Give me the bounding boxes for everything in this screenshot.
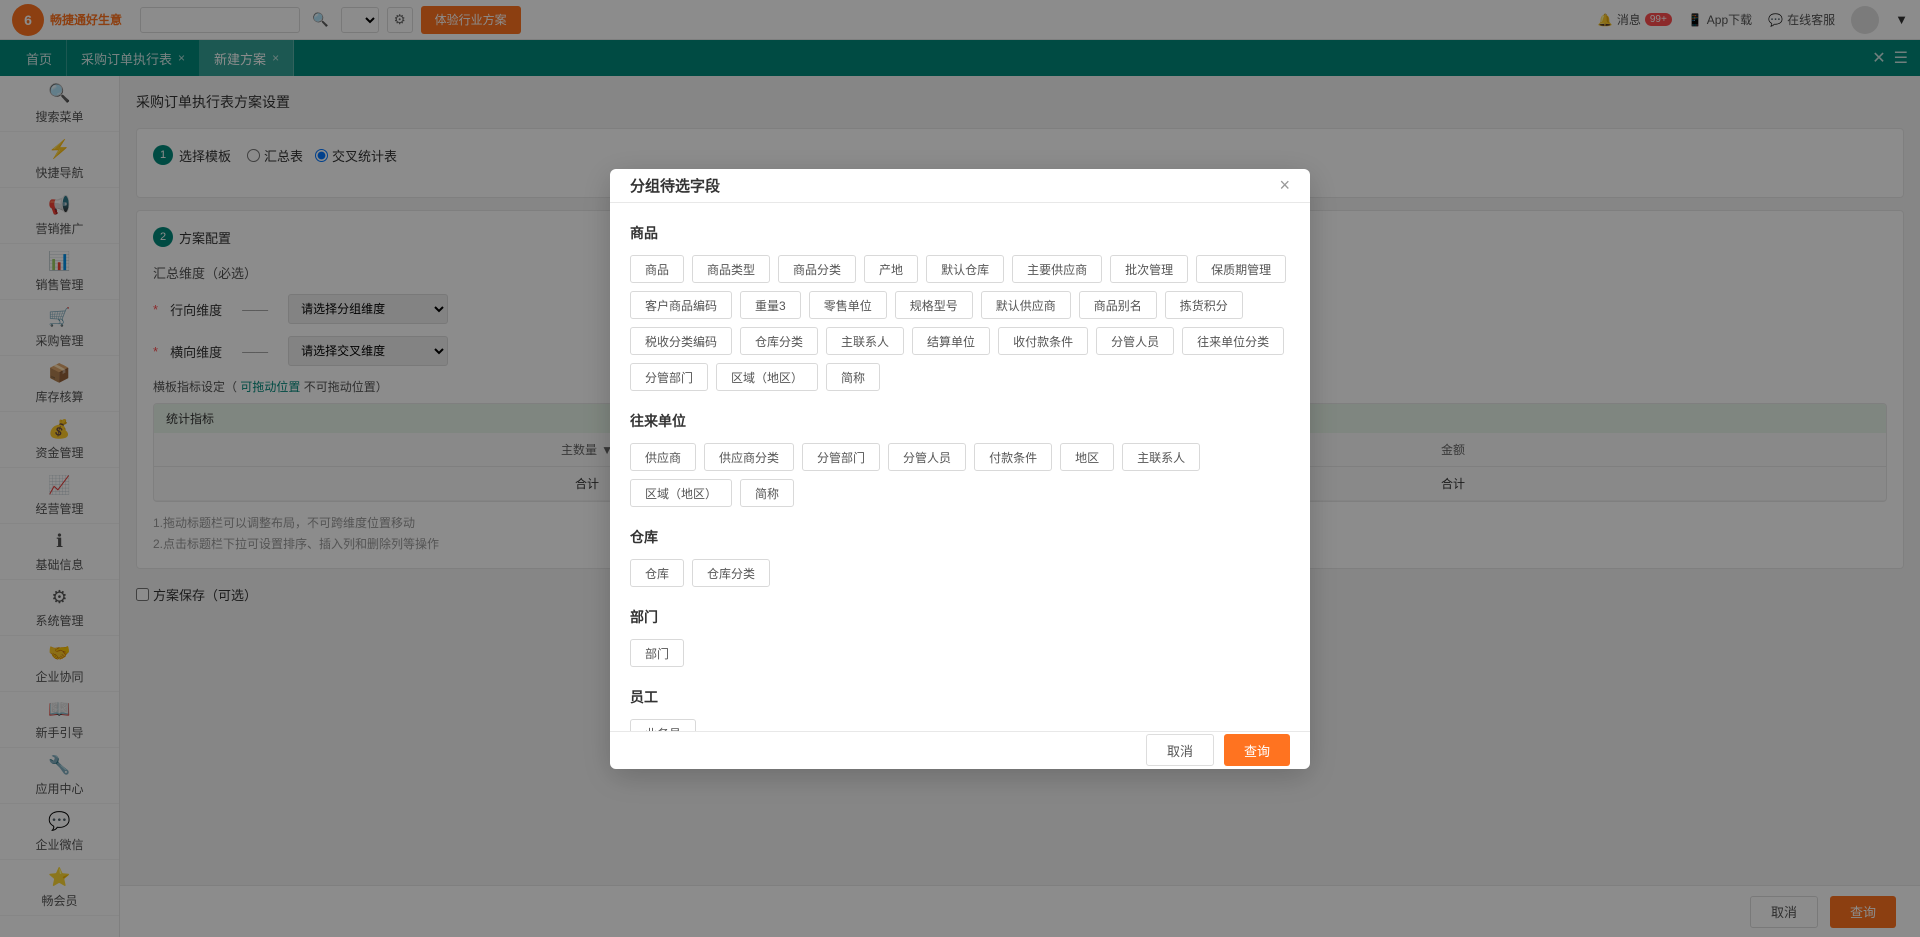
dept-fields: 部门 [630, 639, 1290, 667]
field-group-goods: 商品 商品 商品类型 商品分类 产地 默认仓库 主要供应商 批次管理 保质期管理… [630, 223, 1290, 391]
modal-overlay: 分组待选字段 × 商品 商品 商品类型 商品分类 产地 默认仓库 主要供应商 批… [0, 0, 1920, 937]
field-tag[interactable]: 税收分类编码 [630, 327, 732, 355]
field-tag[interactable]: 批次管理 [1110, 255, 1188, 283]
field-tag[interactable]: 零售单位 [809, 291, 887, 319]
modal-body[interactable]: 商品 商品 商品类型 商品分类 产地 默认仓库 主要供应商 批次管理 保质期管理… [610, 203, 1310, 730]
field-tag[interactable]: 规格型号 [895, 291, 973, 319]
field-tag[interactable]: 简称 [740, 479, 794, 507]
modal-cancel-button[interactable]: 取消 [1146, 734, 1214, 766]
field-tag[interactable]: 商品 [630, 255, 684, 283]
counterpart-fields: 供应商 供应商分类 分管部门 分管人员 付款条件 地区 主联系人 区域（地区） … [630, 443, 1290, 507]
field-tag[interactable]: 仓库分类 [692, 559, 770, 587]
field-tag[interactable]: 商品别名 [1079, 291, 1157, 319]
field-tag[interactable]: 分管部门 [630, 363, 708, 391]
field-tag[interactable]: 客户商品编码 [630, 291, 732, 319]
employee-group-title: 员工 [630, 687, 1290, 707]
field-tag[interactable]: 商品类型 [692, 255, 770, 283]
field-tag[interactable]: 拣货积分 [1165, 291, 1243, 319]
field-tag[interactable]: 往来单位分类 [1182, 327, 1284, 355]
field-tag[interactable]: 业务员 [630, 719, 696, 730]
employee-fields: 业务员 [630, 719, 1290, 730]
field-selection-modal: 分组待选字段 × 商品 商品 商品类型 商品分类 产地 默认仓库 主要供应商 批… [610, 169, 1310, 769]
warehouse-group-title: 仓库 [630, 527, 1290, 547]
field-tag[interactable]: 分管人员 [888, 443, 966, 471]
field-tag[interactable]: 区域（地区） [630, 479, 732, 507]
field-tag[interactable]: 默认仓库 [926, 255, 1004, 283]
modal-header: 分组待选字段 × [610, 169, 1310, 204]
field-tag[interactable]: 结算单位 [912, 327, 990, 355]
field-group-warehouse: 仓库 仓库 仓库分类 [630, 527, 1290, 587]
field-group-counterpart: 往来单位 供应商 供应商分类 分管部门 分管人员 付款条件 地区 主联系人 区域… [630, 411, 1290, 507]
field-tag[interactable]: 主要供应商 [1012, 255, 1102, 283]
modal-confirm-button[interactable]: 查询 [1224, 734, 1290, 766]
field-tag[interactable]: 仓库分类 [740, 327, 818, 355]
field-group-dept: 部门 部门 [630, 607, 1290, 667]
field-tag[interactable]: 重量3 [740, 291, 801, 319]
field-tag[interactable]: 供应商 [630, 443, 696, 471]
counterpart-group-title: 往来单位 [630, 411, 1290, 431]
field-tag[interactable]: 分管部门 [802, 443, 880, 471]
modal-title: 分组待选字段 [630, 175, 720, 196]
field-tag[interactable]: 供应商分类 [704, 443, 794, 471]
field-tag[interactable]: 商品分类 [778, 255, 856, 283]
modal-close-button[interactable]: × [1279, 175, 1290, 196]
field-group-employee: 员工 业务员 [630, 687, 1290, 730]
field-tag[interactable]: 仓库 [630, 559, 684, 587]
field-tag[interactable]: 主联系人 [1122, 443, 1200, 471]
modal-footer: 取消 查询 [610, 731, 1310, 769]
field-tag[interactable]: 主联系人 [826, 327, 904, 355]
field-tag[interactable]: 区域（地区） [716, 363, 818, 391]
goods-fields: 商品 商品类型 商品分类 产地 默认仓库 主要供应商 批次管理 保质期管理 客户… [630, 255, 1290, 391]
field-tag[interactable]: 分管人员 [1096, 327, 1174, 355]
warehouse-fields: 仓库 仓库分类 [630, 559, 1290, 587]
field-tag[interactable]: 收付款条件 [998, 327, 1088, 355]
field-tag[interactable]: 简称 [826, 363, 880, 391]
field-tag[interactable]: 部门 [630, 639, 684, 667]
dept-group-title: 部门 [630, 607, 1290, 627]
field-tag[interactable]: 默认供应商 [981, 291, 1071, 319]
field-tag[interactable]: 保质期管理 [1196, 255, 1286, 283]
goods-group-title: 商品 [630, 223, 1290, 243]
field-tag[interactable]: 产地 [864, 255, 918, 283]
field-tag[interactable]: 付款条件 [974, 443, 1052, 471]
field-tag[interactable]: 地区 [1060, 443, 1114, 471]
